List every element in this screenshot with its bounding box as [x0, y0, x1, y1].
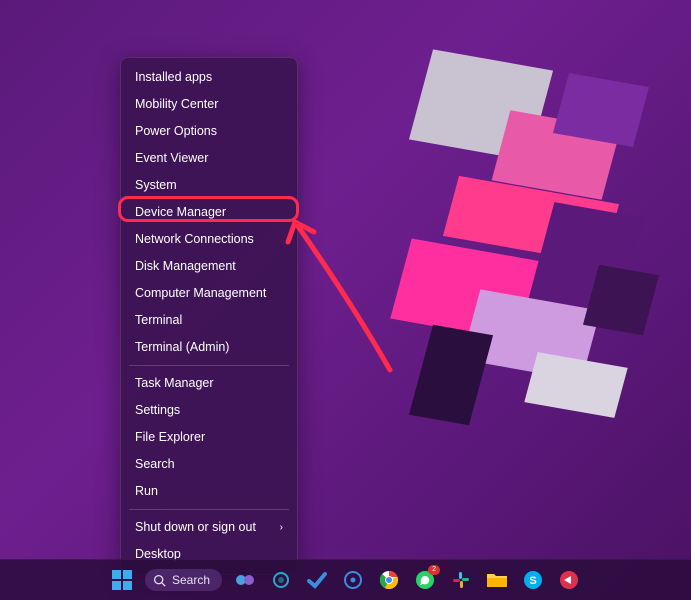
winx-menu: Installed apps Mobility Center Power Opt…	[120, 57, 298, 575]
taskbar-app2-icon[interactable]	[556, 567, 582, 593]
start-button[interactable]	[109, 567, 135, 593]
search-label: Search	[172, 573, 210, 587]
svg-text:S: S	[529, 575, 536, 587]
menu-item-event-viewer[interactable]: Event Viewer	[121, 145, 297, 172]
taskbar-skype-icon[interactable]: S	[520, 567, 546, 593]
chevron-right-icon: ›	[280, 522, 283, 534]
desktop-wallpaper	[0, 0, 691, 600]
taskbar-slack-icon[interactable]	[448, 567, 474, 593]
menu-item-power-options[interactable]: Power Options	[121, 118, 297, 145]
menu-separator	[129, 365, 289, 366]
menu-separator	[129, 509, 289, 510]
menu-item-task-manager[interactable]: Task Manager	[121, 370, 297, 397]
taskbar-settings-icon[interactable]	[268, 567, 294, 593]
menu-item-search[interactable]: Search	[121, 451, 297, 478]
taskbar-whatsapp-icon[interactable]: 2	[412, 567, 438, 593]
menu-item-terminal-admin[interactable]: Terminal (Admin)	[121, 334, 297, 361]
menu-item-disk-management[interactable]: Disk Management	[121, 253, 297, 280]
taskbar-todo-icon[interactable]	[304, 567, 330, 593]
taskbar-app-icon[interactable]	[340, 567, 366, 593]
menu-item-network-connections[interactable]: Network Connections	[121, 226, 297, 253]
taskbar-copilot-icon[interactable]	[232, 567, 258, 593]
wallpaper-art	[361, 20, 691, 460]
menu-item-settings[interactable]: Settings	[121, 397, 297, 424]
menu-item-shutdown[interactable]: Shut down or sign out ›	[121, 514, 297, 541]
taskbar-explorer-icon[interactable]	[484, 567, 510, 593]
menu-item-device-manager[interactable]: Device Manager	[121, 199, 297, 226]
taskbar-search[interactable]: Search	[145, 569, 222, 591]
search-icon	[153, 574, 166, 587]
taskbar-chrome-icon[interactable]	[376, 567, 402, 593]
menu-item-system[interactable]: System	[121, 172, 297, 199]
menu-item-file-explorer[interactable]: File Explorer	[121, 424, 297, 451]
menu-item-terminal[interactable]: Terminal	[121, 307, 297, 334]
menu-item-mobility-center[interactable]: Mobility Center	[121, 91, 297, 118]
taskbar: Search 2	[0, 559, 691, 600]
menu-item-installed-apps[interactable]: Installed apps	[121, 64, 297, 91]
whatsapp-badge: 2	[428, 565, 440, 575]
menu-item-run[interactable]: Run	[121, 478, 297, 505]
menu-item-computer-management[interactable]: Computer Management	[121, 280, 297, 307]
